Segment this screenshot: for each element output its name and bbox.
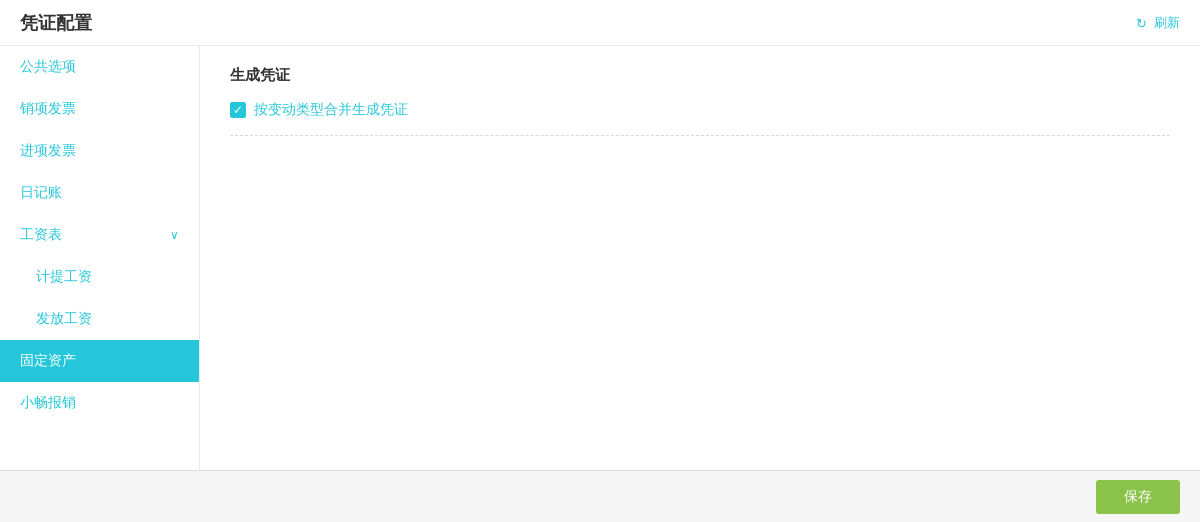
sidebar-item-expense[interactable]: 小畅报销: [0, 382, 199, 424]
check-icon: ✓: [233, 104, 243, 116]
sidebar-item-label: 公共选项: [20, 58, 76, 76]
sidebar-item-public[interactable]: 公共选项: [0, 46, 199, 88]
checkbox-row[interactable]: ✓ 按变动类型合并生成凭证: [230, 101, 1170, 119]
sidebar-item-payroll[interactable]: 工资表 ∨: [0, 214, 199, 256]
refresh-icon: ↻: [1136, 16, 1150, 30]
sidebar-item-purchase-invoice[interactable]: 进项发票: [0, 130, 199, 172]
main-content: 生成凭证 ✓ 按变动类型合并生成凭证: [200, 46, 1200, 470]
merge-checkbox[interactable]: ✓: [230, 102, 246, 118]
sidebar: 公共选项销项发票进项发票日记账工资表 ∨ 计提工资发放工资固定资产小畅报销: [0, 46, 200, 470]
sidebar-item-sales-invoice[interactable]: 销项发票: [0, 88, 199, 130]
sidebar-item-label: 销项发票: [20, 100, 76, 118]
sidebar-item-label: 固定资产: [20, 352, 76, 370]
sidebar-item-journal[interactable]: 日记账: [0, 172, 199, 214]
sidebar-item-label: 日记账: [20, 184, 62, 202]
divider: [230, 135, 1170, 136]
save-button[interactable]: 保存: [1096, 480, 1180, 514]
header: 凭证配置 ↻ 刷新: [0, 0, 1200, 46]
sidebar-item-label: 工资表: [20, 226, 62, 244]
sidebar-item-fixed-assets[interactable]: 固定资产: [0, 340, 199, 382]
refresh-label: 刷新: [1154, 14, 1180, 32]
sidebar-item-label: 小畅报销: [20, 394, 76, 412]
chevron-down-icon: ∨: [170, 228, 179, 242]
sidebar-item-label: 进项发票: [20, 142, 76, 160]
page-title: 凭证配置: [20, 11, 92, 35]
sidebar-item-label: 计提工资: [36, 268, 92, 286]
sidebar-item-payroll-issue[interactable]: 发放工资: [0, 298, 199, 340]
section-title: 生成凭证: [230, 66, 1170, 85]
sidebar-item-payroll-calc[interactable]: 计提工资: [0, 256, 199, 298]
body: 公共选项销项发票进项发票日记账工资表 ∨ 计提工资发放工资固定资产小畅报销 生成凭证…: [0, 46, 1200, 470]
footer: 保存: [0, 470, 1200, 522]
checkbox-label: 按变动类型合并生成凭证: [254, 101, 408, 119]
refresh-button[interactable]: ↻ 刷新: [1136, 14, 1180, 32]
sidebar-item-label: 发放工资: [36, 310, 92, 328]
